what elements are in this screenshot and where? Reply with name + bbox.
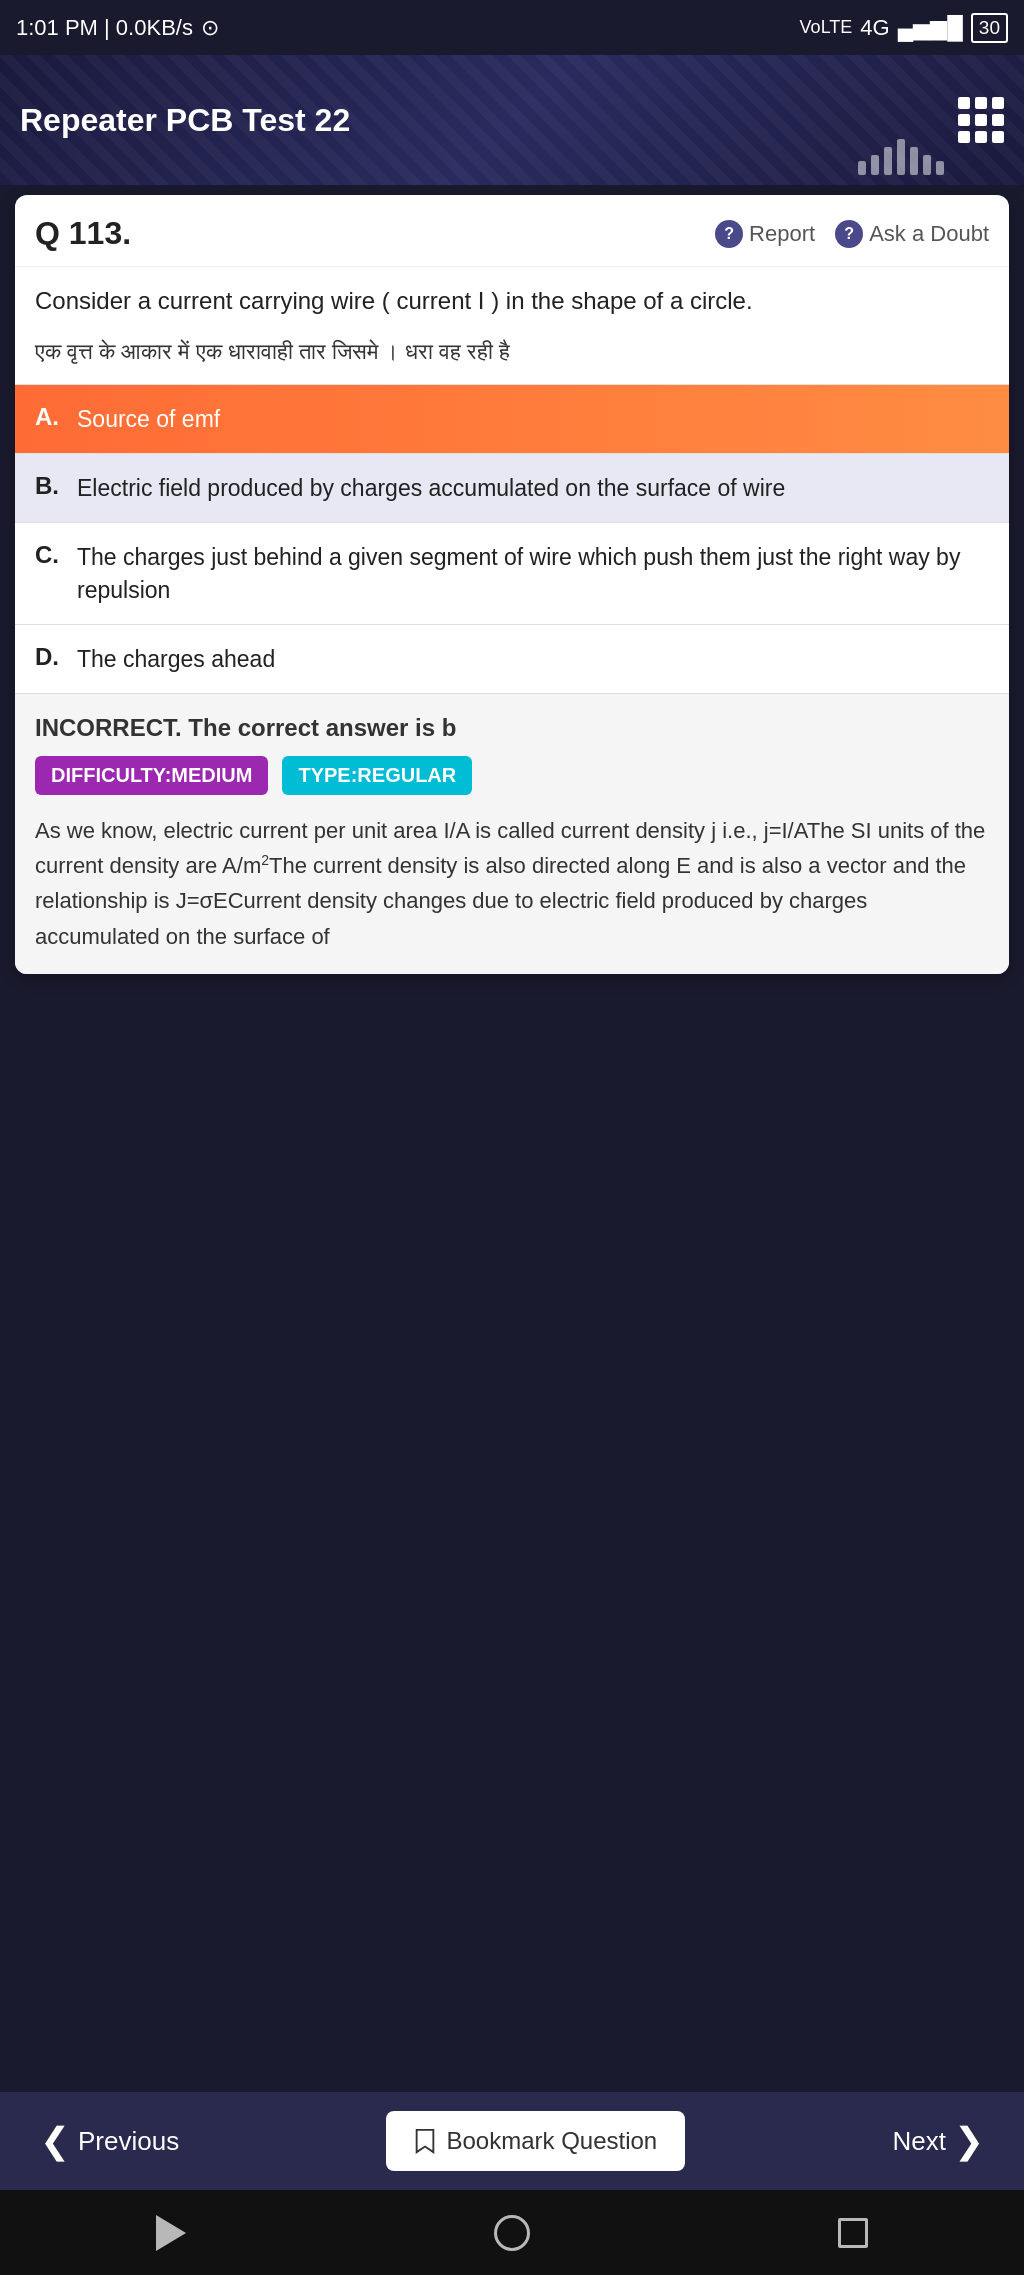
option-d[interactable]: D. The charges ahead	[15, 624, 1009, 693]
option-a-text: Source of emf	[77, 403, 220, 435]
android-home-button[interactable]	[482, 2213, 542, 2253]
option-b-text: Electric field produced by charges accum…	[77, 472, 785, 504]
android-navbar	[0, 2190, 1024, 2275]
status-bar: 1:01 PM | 0.0KB/s ⊙ VoLTE 4G ▄▅▆█ 30	[0, 0, 1024, 55]
type-tag: TYPE:REGULAR	[282, 756, 472, 795]
question-card: Q 113. ? Report ? Ask a Doubt Consider a…	[15, 195, 1009, 974]
difficulty-tag: DIFFICULTY:MEDIUM	[35, 756, 268, 795]
answer-result: INCORRECT. The correct answer is b	[35, 714, 989, 742]
next-label: Next	[893, 2126, 946, 2157]
question-text-english: Consider a current carrying wire ( curre…	[15, 267, 1009, 335]
question-number: Q 113.	[35, 215, 131, 252]
option-a[interactable]: A. Source of emf	[15, 384, 1009, 453]
option-b-label: B.	[35, 472, 65, 500]
option-c[interactable]: C. The charges just behind a given segme…	[15, 522, 1009, 623]
question-actions: ? Report ? Ask a Doubt	[715, 220, 989, 248]
signal-strength: 4G	[860, 15, 889, 41]
option-c-text: The charges just behind a given segment …	[77, 541, 989, 605]
option-c-label: C.	[35, 541, 65, 569]
android-back-button[interactable]	[141, 2213, 201, 2253]
bookmark-icon	[414, 2128, 436, 2154]
next-arrow-icon: ❯	[954, 2120, 984, 2162]
previous-button[interactable]: ❮ Previous	[20, 2110, 199, 2172]
alarm-icon: ⊙	[201, 15, 219, 41]
report-icon: ?	[715, 220, 743, 248]
tags-row: DIFFICULTY:MEDIUM TYPE:REGULAR	[35, 756, 989, 795]
content-area: Q 113. ? Report ? Ask a Doubt Consider a…	[0, 185, 1024, 1404]
report-label: Report	[749, 221, 815, 247]
question-header: Q 113. ? Report ? Ask a Doubt	[15, 195, 1009, 267]
question-text-hindi: एक वृत्त के आकार में एक धारावाही तार जिस…	[15, 335, 1009, 384]
status-right: VoLTE 4G ▄▅▆█ 30	[800, 13, 1008, 43]
option-d-text: The charges ahead	[77, 643, 275, 675]
ask-doubt-button[interactable]: ? Ask a Doubt	[835, 220, 989, 248]
report-button[interactable]: ? Report	[715, 220, 815, 248]
next-button[interactable]: Next ❯	[873, 2110, 1004, 2172]
android-recents-button[interactable]	[823, 2213, 883, 2253]
previous-label: Previous	[78, 2126, 179, 2157]
bookmark-label: Bookmark Question	[446, 2127, 657, 2155]
bottom-navigation: ❮ Previous Bookmark Question Next ❯	[0, 2092, 1024, 2190]
bookmark-button[interactable]: Bookmark Question	[386, 2111, 685, 2171]
network-icon: VoLTE	[800, 17, 853, 38]
battery-indicator: 30	[971, 13, 1008, 43]
previous-arrow-icon: ❮	[40, 2120, 70, 2162]
grid-menu-icon[interactable]	[958, 97, 1004, 143]
header-title: Repeater PCB Test 22	[20, 102, 350, 139]
option-a-label: A.	[35, 403, 65, 431]
status-left: 1:01 PM | 0.0KB/s ⊙	[16, 15, 219, 41]
explanation-text: As we know, electric current per unit ar…	[35, 813, 989, 954]
answer-section: INCORRECT. The correct answer is b DIFFI…	[15, 693, 1009, 974]
time-display: 1:01 PM | 0.0KB/s	[16, 15, 193, 41]
option-b[interactable]: B. Electric field produced by charges ac…	[15, 453, 1009, 522]
ask-doubt-label: Ask a Doubt	[869, 221, 989, 247]
signal-bars: ▄▅▆█	[898, 15, 963, 41]
ask-doubt-icon: ?	[835, 220, 863, 248]
app-header: Repeater PCB Test 22	[0, 55, 1024, 185]
option-d-label: D.	[35, 643, 65, 671]
